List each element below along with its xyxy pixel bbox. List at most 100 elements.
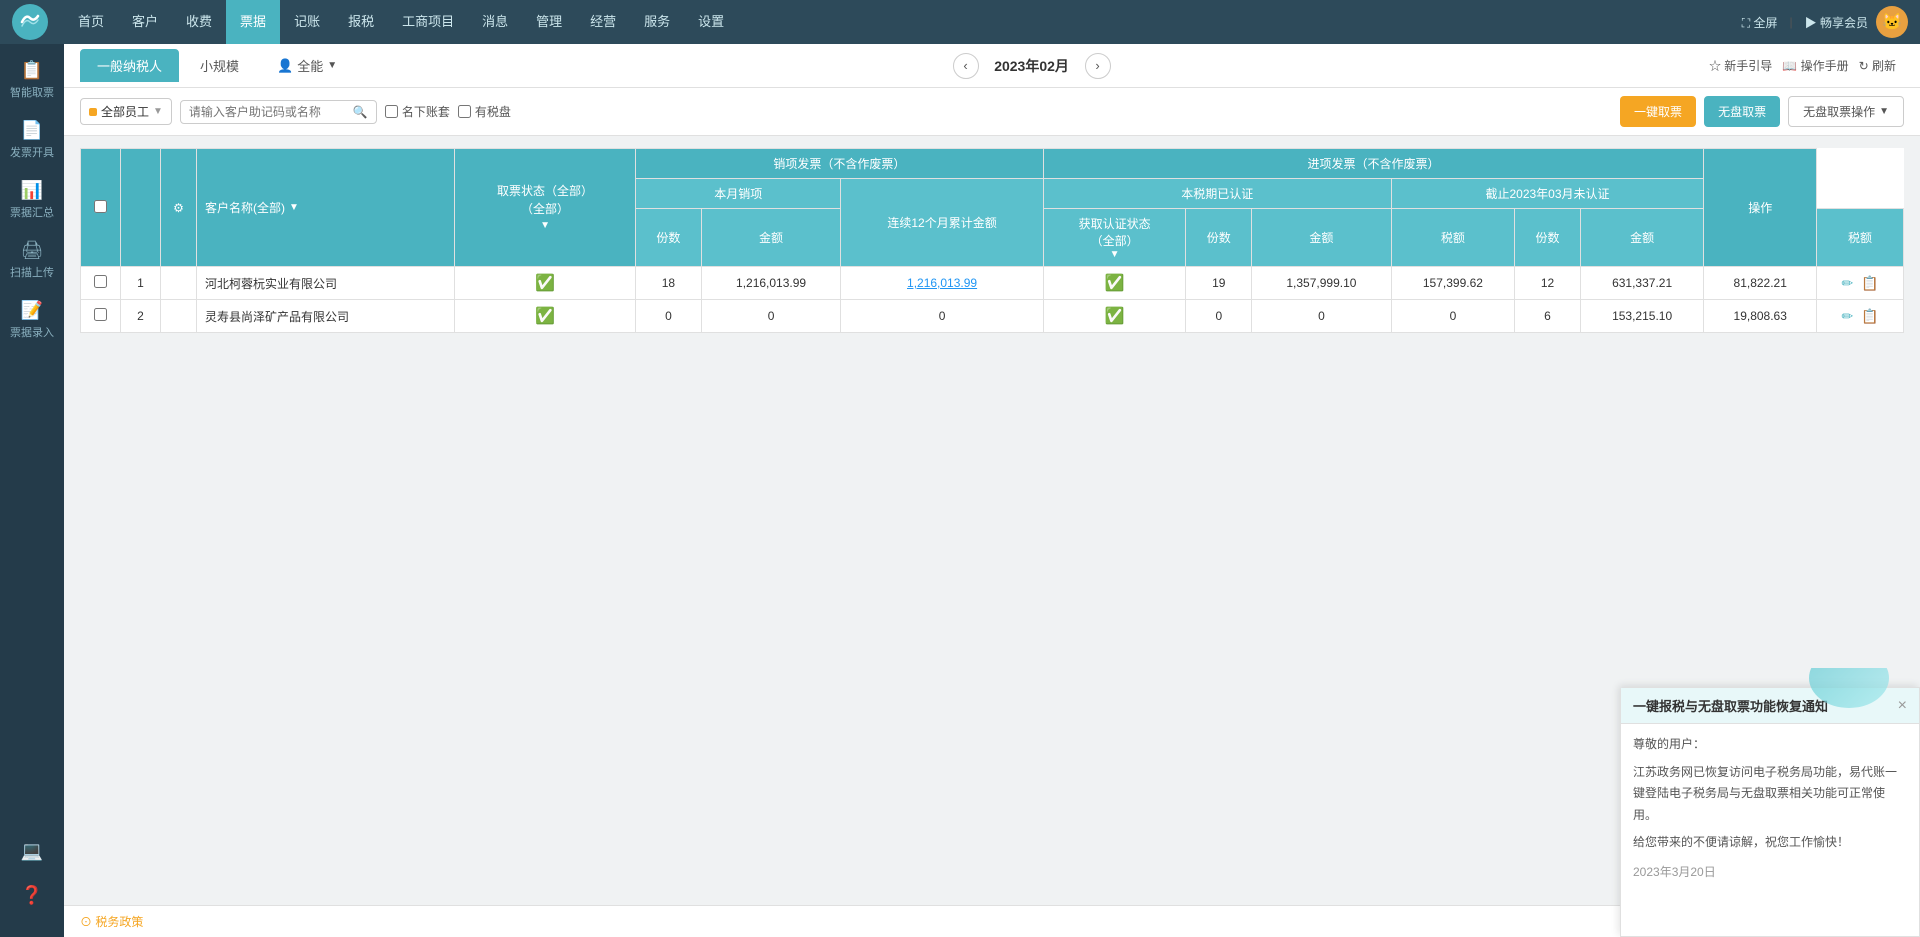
nav-bizproject[interactable]: 工商项目 [388, 0, 468, 44]
row-purch-tax: 157,399.62 [1391, 267, 1514, 300]
manual-btn[interactable]: 📖 操作手册 [1782, 57, 1848, 74]
sidebar-item-smart-fetch-label: 智能取票 [10, 84, 54, 100]
checkbox-tax-disk[interactable]: 有税盘 [458, 103, 511, 120]
view-icon[interactable]: 📋 [1861, 275, 1878, 292]
nav-operation[interactable]: 经营 [576, 0, 630, 44]
th-sales-amount: 金额 [701, 209, 841, 267]
table-row: 1 河北柯蓉杬实业有限公司 ✅ 18 1,216,013.99 1,216,01… [81, 267, 1904, 300]
checkbox-named-accounts[interactable]: 名下账套 [385, 103, 450, 120]
row-sales-amount: 1,216,013.99 [701, 267, 841, 300]
row-uncert-count: 6 [1515, 300, 1581, 333]
fetch-status-filter-icon[interactable]: ▼ [540, 220, 550, 231]
sidebar-item-invoice-issue[interactable]: 📄 发票开具 [0, 112, 64, 168]
ops-chevron-icon: ▼ [1879, 106, 1889, 117]
table-row: 2 灵寿县尚泽矿产品有限公司 ✅ 0 0 0 ✅ 0 0 0 6 153,215… [81, 300, 1904, 333]
sidebar-item-scan-upload[interactable]: 🖨 扫描上传 [0, 232, 64, 288]
row-select-checkbox[interactable] [94, 275, 107, 288]
tab-bar: 一般纳税人 小规模 👤 全能 ▼ ‹ 2023年02月 › ☆ 新手引导 📖 操… [64, 44, 1920, 88]
sidebar-item-invoice-summary[interactable]: 📊 票据汇总 [0, 172, 64, 228]
sidebar-item-help[interactable]: ❓ [17, 877, 47, 917]
invoice-entry-icon: 📝 [21, 300, 43, 321]
employee-chevron: ▼ [153, 106, 163, 117]
th-uncert-tax: 税额 [1817, 209, 1904, 267]
setting-icon[interactable]: ⚙ [173, 201, 184, 215]
row-checkbox-cell [81, 300, 121, 333]
no-disk-ops-button[interactable]: 无盘取票操作 ▼ [1788, 96, 1904, 127]
smart-fetch-icon: 📋 [21, 60, 43, 81]
row-cumulative-12m: 0 [841, 300, 1043, 333]
next-period-btn[interactable]: › [1085, 53, 1111, 79]
search-box: 🔍 [180, 100, 377, 124]
row-checkbox-cell [81, 267, 121, 300]
fetch-status-icon: ✅ [535, 275, 555, 292]
row-select-checkbox[interactable] [94, 308, 107, 321]
search-icon[interactable]: 🔍 [353, 105, 368, 119]
view-icon[interactable]: 📋 [1861, 308, 1878, 325]
employee-selector[interactable]: 全部员工 ▼ [80, 98, 172, 125]
row-uncert-tax: 81,822.21 [1704, 267, 1817, 300]
nav-fee[interactable]: 收费 [172, 0, 226, 44]
refresh-btn[interactable]: ↻ 刷新 [1859, 57, 1896, 74]
cert-status-filter-icon[interactable]: ▼ [1110, 249, 1120, 260]
th-purch-count: 份数 [1186, 209, 1252, 267]
prev-period-btn[interactable]: ‹ [953, 53, 979, 79]
th-until-uncertified: 截止2023年03月未认证 [1391, 179, 1704, 209]
period-label: 2023年02月 [987, 56, 1077, 76]
nav-customer[interactable]: 客户 [118, 0, 172, 44]
sidebar-item-invoice-entry[interactable]: 📝 票据录入 [0, 292, 64, 348]
row-customer-name: 灵寿县尚泽矿产品有限公司 [197, 300, 455, 333]
vip-btn[interactable]: ▶ 畅享会员 [1805, 14, 1868, 31]
customer-filter-icon[interactable]: ▼ [289, 202, 299, 213]
tab-general[interactable]: 一般纳税人 [80, 49, 179, 82]
row-sales-count: 18 [636, 267, 702, 300]
tax-disk-label: 有税盘 [475, 103, 511, 120]
notification-body: 尊敬的用户： 江苏政务网已恢复访问电子税务局功能，易代账一键登陆电子税务局与无盘… [1621, 724, 1919, 936]
sidebar-item-smart-fetch[interactable]: 📋 智能取票 [0, 52, 64, 108]
th-num [121, 149, 161, 267]
sidebar-item-computer[interactable]: 💻 [17, 833, 47, 873]
row-fetch-status: ✅ [455, 300, 636, 333]
edit-icon[interactable]: ✏ [1841, 275, 1853, 292]
nav-manage[interactable]: 管理 [522, 0, 576, 44]
notification-close-button[interactable]: × [1898, 697, 1907, 715]
tax-policy-link[interactable]: ⊙ 税务政策 [80, 913, 143, 930]
row-cumulative-12m: 1,216,013.99 [841, 267, 1043, 300]
one-click-fetch-button[interactable]: 一键取票 [1620, 96, 1696, 127]
notification-greeting: 尊敬的用户： [1633, 734, 1907, 756]
scan-upload-icon: 🖨 [21, 240, 44, 261]
invoice-table: ⚙ 客户名称(全部) ▼ 取票状态（全部） （全部） [80, 148, 1904, 333]
row-num: 1 [121, 267, 161, 300]
nav-message[interactable]: 消息 [468, 0, 522, 44]
app-logo[interactable] [12, 4, 48, 40]
employee-label: 全部员工 [101, 103, 149, 120]
nav-accounting[interactable]: 记账 [280, 0, 334, 44]
th-purchase-invoice: 进项发票（不含作废票） [1043, 149, 1704, 179]
th-current-period-certified: 本税期已认证 [1043, 179, 1391, 209]
row-setting [161, 300, 197, 333]
no-disk-fetch-button[interactable]: 无盘取票 [1704, 96, 1780, 127]
nav-settings[interactable]: 设置 [684, 0, 738, 44]
nav-home[interactable]: 首页 [64, 0, 118, 44]
th-cumulative-12m: 连续12个月累计金额 [841, 179, 1043, 267]
select-all-checkbox[interactable] [94, 200, 107, 213]
sidebar-item-invoice-summary-label: 票据汇总 [10, 204, 54, 220]
named-accounts-checkbox[interactable] [385, 105, 398, 118]
th-select-all [81, 149, 121, 267]
tax-disk-checkbox[interactable] [458, 105, 471, 118]
nav-service[interactable]: 服务 [630, 0, 684, 44]
new-guide-btn[interactable]: ☆ 新手引导 [1709, 57, 1772, 74]
tab-all[interactable]: 👤 全能 ▼ [260, 49, 354, 82]
cumulative-link[interactable]: 1,216,013.99 [907, 276, 977, 290]
tab-all-label: 全能 [297, 56, 323, 75]
fullscreen-btn[interactable]: ⛶ 全屏 [1742, 14, 1778, 31]
nav-tax[interactable]: 报税 [334, 0, 388, 44]
edit-icon[interactable]: ✏ [1841, 308, 1853, 325]
sidebar: 📋 智能取票 📄 发票开具 📊 票据汇总 🖨 扫描上传 📝 票据录入 💻 ❓ [0, 44, 64, 937]
search-input[interactable] [189, 105, 349, 119]
th-customer-name: 客户名称(全部) ▼ [197, 149, 455, 267]
nav-invoice[interactable]: 票据 [226, 0, 280, 44]
row-uncert-tax: 19,808.63 [1704, 300, 1817, 333]
row-uncert-count: 12 [1515, 267, 1581, 300]
user-avatar[interactable]: 🐱 [1876, 6, 1908, 38]
tab-small[interactable]: 小规模 [183, 49, 256, 82]
